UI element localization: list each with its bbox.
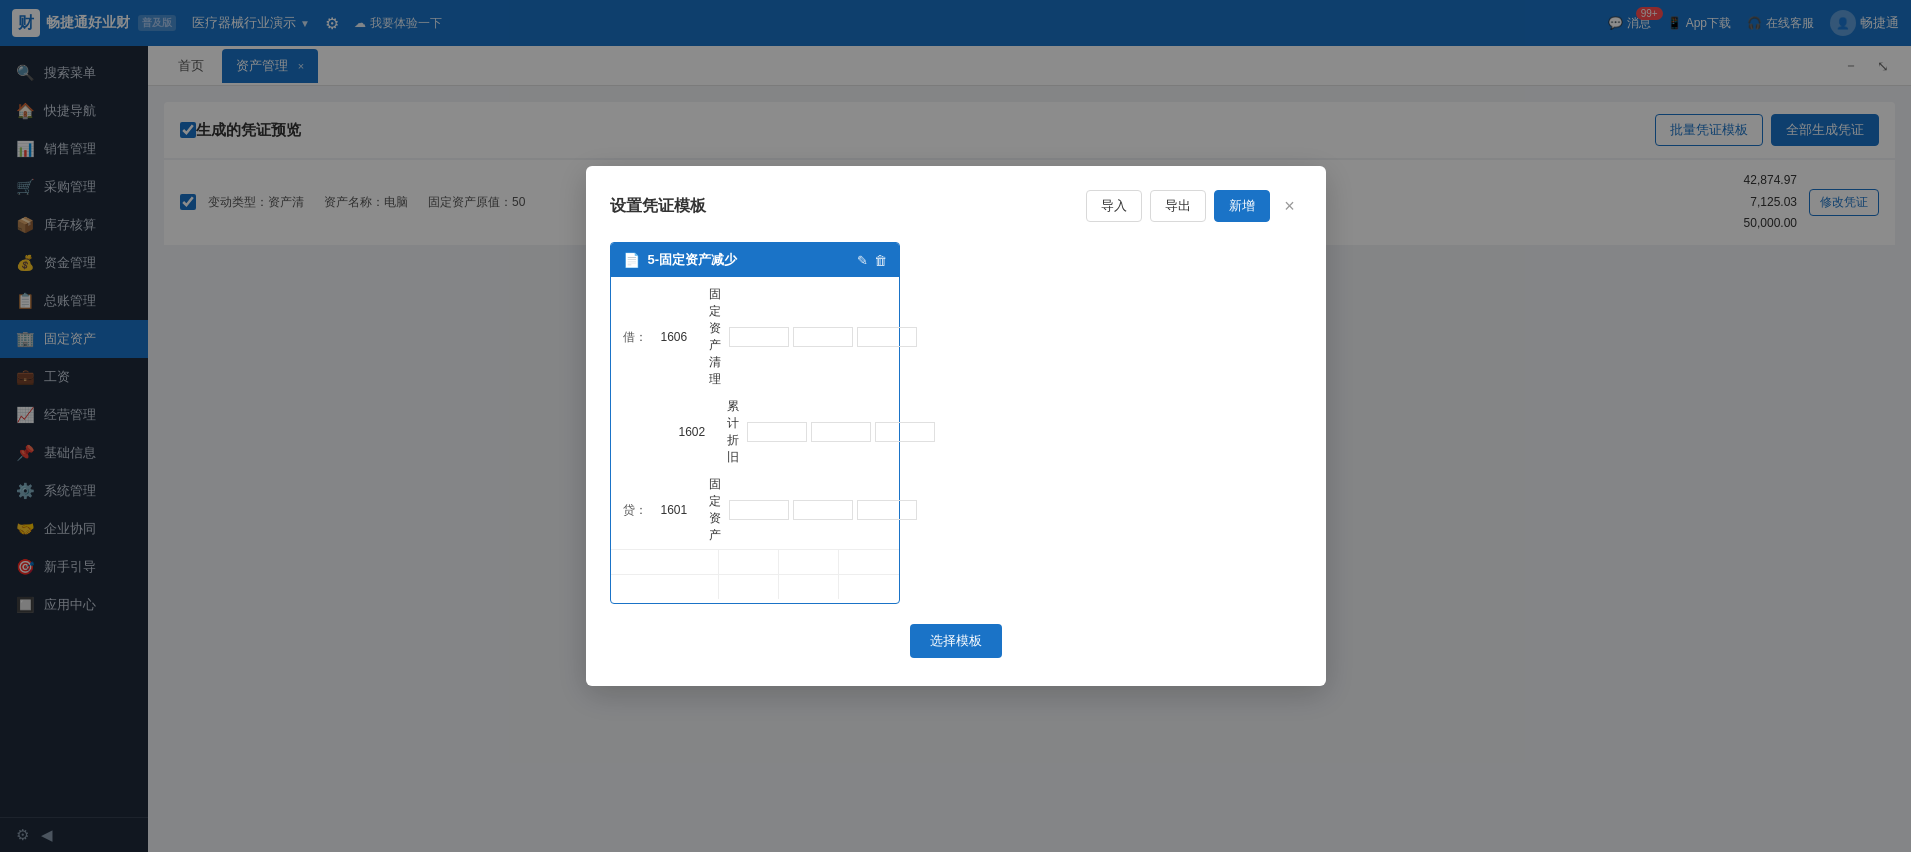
empty-cell-2 (719, 550, 779, 574)
template-card-title: 5-固定资产减少 (648, 251, 849, 269)
entry-col-1a (729, 327, 789, 347)
empty-cell-7 (779, 575, 839, 599)
template-card: 📄 5-固定资产减少 ✎ 🗑 借： 1606 (610, 242, 900, 604)
entry-name-2: 累计折旧 (727, 398, 739, 466)
template-empty-row-2 (611, 574, 899, 599)
entry-col-2c (875, 422, 935, 442)
export-button[interactable]: 导出 (1150, 190, 1206, 222)
entry-code-2: 1602 (679, 425, 719, 439)
template-entry-2: 1602 累计折旧 (611, 393, 899, 471)
import-button[interactable]: 导入 (1086, 190, 1142, 222)
entry-col-2a (747, 422, 807, 442)
entry-col-3a (729, 500, 789, 520)
modal-header: 设置凭证模板 导入 导出 新增 × (610, 190, 1302, 222)
empty-cell-5 (611, 575, 719, 599)
template-doc-icon: 📄 (623, 252, 640, 268)
modal-overlay: 设置凭证模板 导入 导出 新增 × 📄 5-固定资产减少 (148, 46, 1911, 852)
entry-code-1: 1606 (661, 330, 701, 344)
entry-cols-2 (747, 422, 935, 442)
template-entry-3: 贷： 1601 固定资产 (611, 471, 899, 549)
empty-cell-4 (839, 550, 899, 574)
entry-prefix-1: 借： (623, 329, 653, 346)
entry-prefix-3: 贷： (623, 502, 653, 519)
modal-close-button[interactable]: × (1278, 194, 1302, 218)
content-area: 首页 资产管理 × － ⤡ 生成的凭证预览 批量凭证模板 (148, 46, 1911, 852)
main-area: 🔍 搜索菜单 🏠 快捷导航 📊 销售管理 🛒 采购管理 📦 库存核 (0, 46, 1911, 852)
modal-title: 设置凭证模板 (610, 196, 706, 217)
entry-col-1c (857, 327, 917, 347)
entry-col-2b (811, 422, 871, 442)
new-template-button[interactable]: 新增 (1214, 190, 1270, 222)
entry-code-3: 1601 (661, 503, 701, 517)
app-wrapper: 财 畅捷通好业财 普及版 医疗器械行业演示 ▼ ⚙ ☁ 我要体验一下 💬 消息 … (0, 0, 1911, 852)
entry-col-1b (793, 327, 853, 347)
template-edit-icon[interactable]: ✎ (857, 253, 868, 268)
template-card-actions: ✎ 🗑 (857, 253, 887, 268)
entry-cols-3 (729, 500, 917, 520)
empty-cell-1 (611, 550, 719, 574)
empty-cell-6 (719, 575, 779, 599)
modal-toolbar: 导入 导出 新增 × (1086, 190, 1302, 222)
entry-col-3c (857, 500, 917, 520)
modal: 设置凭证模板 导入 导出 新增 × 📄 5-固定资产减少 (586, 166, 1326, 686)
empty-cell-3 (779, 550, 839, 574)
entry-name-1: 固定资产清理 (709, 286, 721, 388)
template-card-header: 📄 5-固定资产减少 ✎ 🗑 (611, 243, 899, 277)
empty-cell-8 (839, 575, 899, 599)
entry-cols-1 (729, 327, 917, 347)
template-empty-row-1 (611, 549, 899, 574)
template-delete-icon[interactable]: 🗑 (874, 253, 887, 268)
select-template-button[interactable]: 选择模板 (910, 624, 1002, 658)
entry-col-3b (793, 500, 853, 520)
template-card-body: 借： 1606 固定资产清理 (611, 277, 899, 603)
entry-name-3: 固定资产 (709, 476, 721, 544)
template-entry-1: 借： 1606 固定资产清理 (611, 281, 899, 393)
